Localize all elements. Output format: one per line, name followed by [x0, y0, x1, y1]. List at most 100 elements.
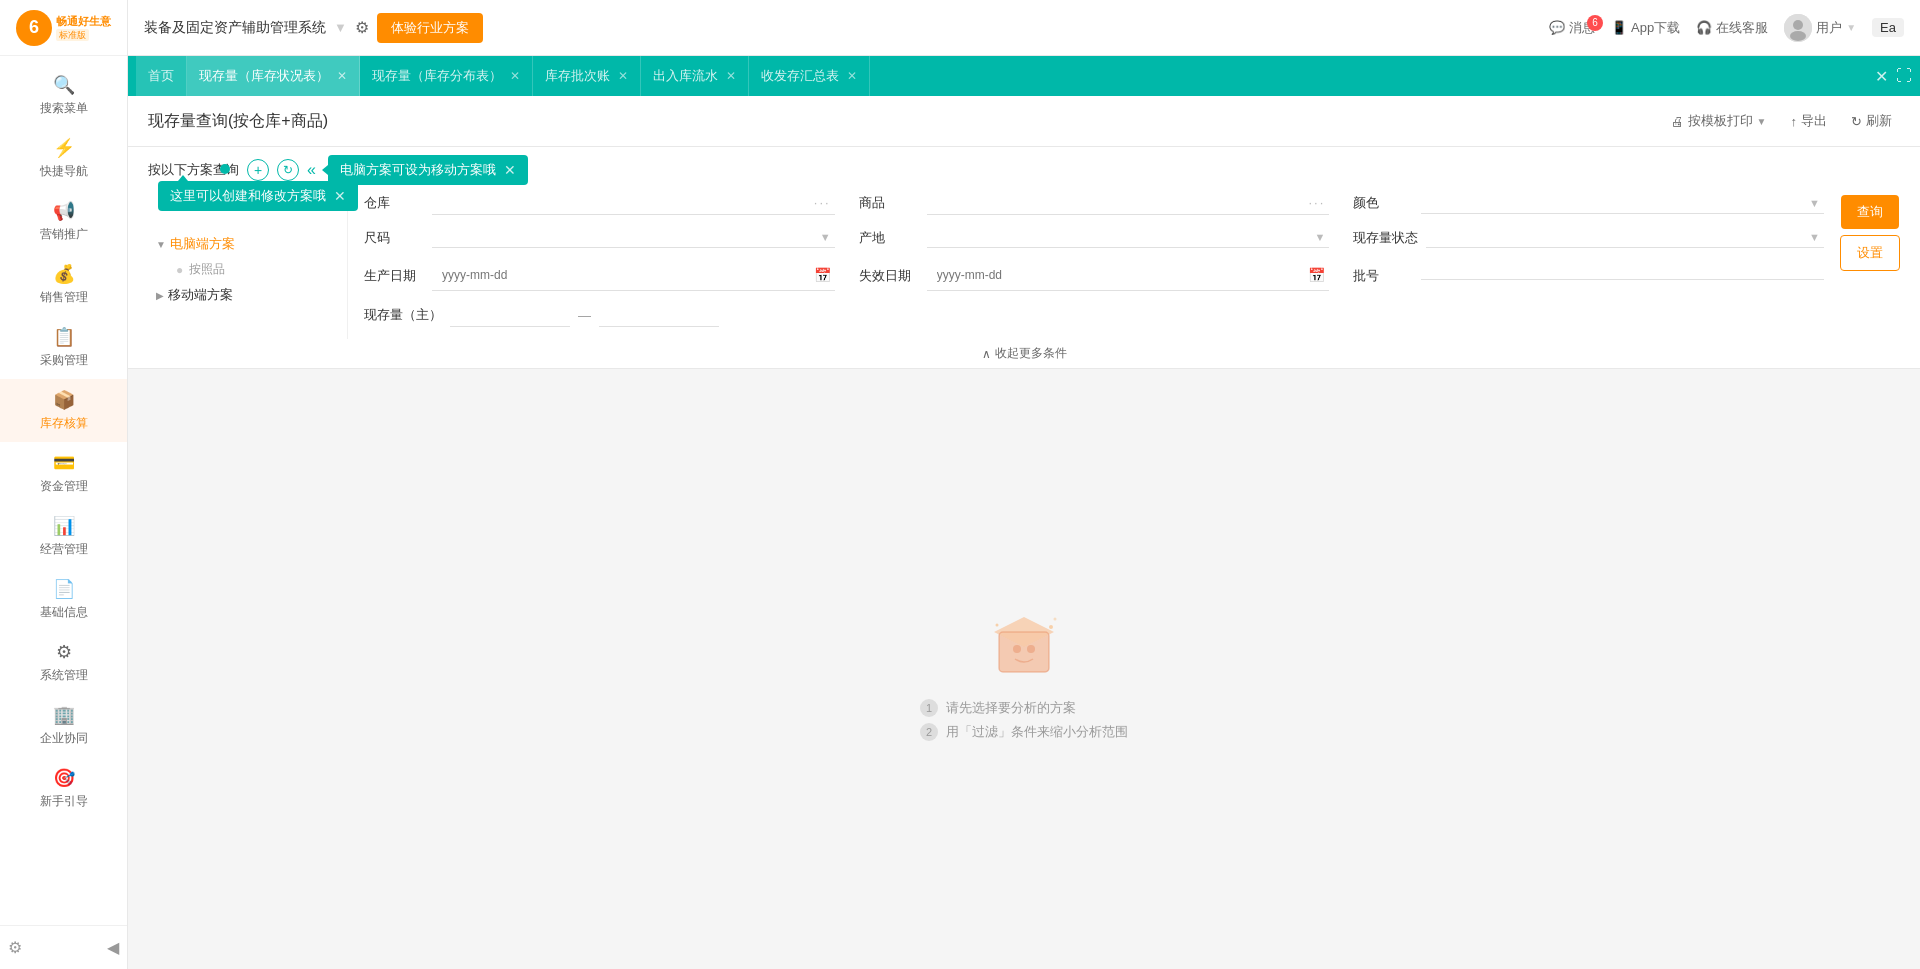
message-icon: 💬 — [1549, 20, 1565, 35]
warehouse-dots[interactable]: ··· — [814, 195, 831, 210]
main-area: 装备及固定资产辅助管理系统 ▼ ⚙ 体验行业方案 💬 6 消息 📱 App下载 … — [128, 0, 1920, 969]
goods-label: 商品 — [859, 194, 919, 212]
size-dropdown-arrow[interactable]: ▼ — [820, 231, 831, 243]
scheme-item-mobile[interactable]: ▶ 移动端方案 — [148, 282, 335, 308]
sidebar-item-basic-info[interactable]: 📄 基础信息 — [0, 568, 127, 631]
search-button[interactable]: 查询 — [1841, 195, 1899, 229]
system-icon: ⚙ — [56, 641, 72, 663]
refresh-btn[interactable]: ↻ 刷新 — [1843, 108, 1900, 134]
experience-btn[interactable]: 体验行业方案 — [377, 13, 483, 43]
color-dropdown-arrow[interactable]: ▼ — [1809, 197, 1820, 209]
scheme-tooltip-close[interactable]: ✕ — [504, 162, 516, 178]
goods-field: 商品 ··· — [859, 191, 1330, 215]
collapse-sidebar-icon[interactable]: ◀ — [107, 938, 119, 957]
basic-info-icon: 📄 — [53, 578, 75, 600]
settings-bottom-icon[interactable]: ⚙ — [8, 938, 22, 957]
tab-inventory-status[interactable]: 现存量（库存状况表） ✕ — [187, 56, 360, 96]
sidebar-item-guide[interactable]: 🎯 新手引导 — [0, 757, 127, 820]
inv-qty-min-field[interactable] — [454, 307, 566, 322]
export-icon: ↑ — [1791, 114, 1798, 129]
search-btn-col: 查询 设置 — [1824, 191, 1900, 339]
sidebar-item-quick-nav[interactable]: ⚡ 快捷导航 — [0, 127, 127, 190]
user-action[interactable]: 用户 ▼ — [1784, 14, 1856, 42]
tab-fullscreen-icon[interactable]: ⛶ — [1896, 67, 1912, 85]
filter-add-btn[interactable]: + — [247, 159, 269, 181]
tab-close-recv-summary[interactable]: ✕ — [847, 69, 857, 83]
sidebar-item-inventory[interactable]: 📦 库存核算 — [0, 379, 127, 442]
sidebar-item-purchase[interactable]: 📋 采购管理 — [0, 316, 127, 379]
user-initials-badge: Ea — [1872, 18, 1904, 37]
sidebar-item-sales[interactable]: 💰 销售管理 — [0, 253, 127, 316]
prod-date-label: 生产日期 — [364, 267, 424, 285]
scheme-item-pc[interactable]: ▼ 电脑端方案 — [148, 231, 335, 257]
sidebar-bottom: ⚙ ◀ — [0, 925, 127, 969]
tab-batch-account[interactable]: 库存批次账 ✕ — [533, 56, 641, 96]
tab-in-out-flow[interactable]: 出入库流水 ✕ — [641, 56, 749, 96]
origin-field: 产地 ▼ — [859, 227, 1330, 248]
content-area: 现存量查询(按仓库+商品) 🖨 按模板打印 ▼ ↑ 导出 ↻ 刷新 — [128, 96, 1920, 969]
inv-status-dropdown-arrow[interactable]: ▼ — [1809, 231, 1820, 243]
collapse-row[interactable]: ∧ 收起更多条件 — [148, 339, 1900, 368]
empty-step-1: 1 请先选择要分析的方案 — [920, 699, 1128, 717]
print-icon: 🖨 — [1671, 114, 1684, 129]
tab-home[interactable]: 首页 — [136, 56, 187, 96]
scheme-item-pc-default[interactable]: ● 按照品 — [148, 257, 335, 282]
headset-icon: 🎧 — [1696, 20, 1712, 35]
tab-recv-summary[interactable]: 收发存汇总表 ✕ — [749, 56, 870, 96]
filter-row-3: 生产日期 📅 失效日期 📅 — [364, 260, 1824, 291]
exp-date-calendar-icon[interactable]: 📅 — [1308, 267, 1325, 283]
prod-date-input[interactable] — [436, 264, 814, 286]
reset-button[interactable]: 设置 — [1840, 235, 1900, 271]
export-btn[interactable]: ↑ 导出 — [1783, 108, 1836, 134]
prod-date-field: 生产日期 📅 — [364, 260, 835, 291]
scheme-tree: 这里可以创建和修改方案哦 ✕ ▼ 电脑端方案 ● 按照品 ▶ — [148, 191, 348, 339]
sidebar: 6 畅通好生意 标准版 🔍 搜索菜单 ⚡ 快捷导航 📢 营销推广 💰 销售管理 … — [0, 0, 128, 969]
page-header-actions: 🖨 按模板打印 ▼ ↑ 导出 ↻ 刷新 — [1663, 108, 1900, 134]
inv-qty-max-field[interactable] — [603, 307, 715, 322]
filter-row-1: 仓库 ··· 商品 ··· — [364, 191, 1824, 215]
app-download-action[interactable]: 📱 App下载 — [1611, 19, 1680, 37]
logo-icon: 6 — [16, 10, 52, 46]
purchase-icon: 📋 — [53, 326, 75, 348]
filter-row-2: 尺码 ▼ 产地 ▼ — [364, 227, 1824, 248]
exp-date-input[interactable] — [931, 264, 1309, 286]
message-action[interactable]: 💬 6 消息 — [1549, 19, 1595, 37]
sales-icon: 💰 — [53, 263, 75, 285]
sidebar-item-search[interactable]: 🔍 搜索菜单 — [0, 64, 127, 127]
inv-status-field: 现存量状态 ▼ — [1353, 227, 1824, 248]
origin-dropdown-arrow[interactable]: ▼ — [1314, 231, 1325, 243]
tab-expand-icon[interactable]: ✕ — [1875, 67, 1888, 86]
sidebar-item-marketing[interactable]: 📢 营销推广 — [0, 190, 127, 253]
tab-close-inventory-status[interactable]: ✕ — [337, 69, 347, 83]
warehouse-field: 仓库 ··· — [364, 191, 835, 215]
inv-qty-label: 现存量（主） — [364, 306, 442, 324]
sidebar-item-finance[interactable]: 💳 资金管理 — [0, 442, 127, 505]
svg-point-1 — [1793, 20, 1803, 30]
tab-close-inventory-dist[interactable]: ✕ — [510, 69, 520, 83]
svg-point-7 — [1027, 645, 1035, 653]
exp-date-label: 失效日期 — [859, 267, 919, 285]
filter-back-btn[interactable]: « — [307, 161, 316, 179]
filter-area: 按以下方案查询 + ↻ « 电脑方案可设为移动方案哦 ✕ 这里可以创建和修改方案… — [128, 147, 1920, 369]
tab-close-batch-account[interactable]: ✕ — [618, 69, 628, 83]
print-btn[interactable]: 🖨 按模板打印 ▼ — [1663, 108, 1775, 134]
tab-inventory-dist[interactable]: 现存量（库存分布表） ✕ — [360, 56, 533, 96]
sidebar-item-system[interactable]: ⚙ 系统管理 — [0, 631, 127, 694]
online-support-action[interactable]: 🎧 在线客服 — [1696, 19, 1768, 37]
inv-qty-max-input[interactable] — [599, 303, 719, 327]
goods-dots[interactable]: ··· — [1308, 195, 1325, 210]
scheme-tooltip-text: 电脑方案可设为移动方案哦 — [340, 161, 496, 179]
edit-tooltip-close[interactable]: ✕ — [334, 188, 346, 204]
sidebar-item-operations[interactable]: 📊 经营管理 — [0, 505, 127, 568]
batch-label: 批号 — [1353, 267, 1413, 285]
tab-close-in-out-flow[interactable]: ✕ — [726, 69, 736, 83]
inv-qty-min-input[interactable] — [450, 303, 570, 327]
filter-row-4: 现存量（主） — — [364, 303, 1824, 327]
logo-area: 6 畅通好生意 标准版 — [0, 0, 127, 56]
filter-refresh-btn[interactable]: ↻ — [277, 159, 299, 181]
sidebar-item-enterprise[interactable]: 🏢 企业协同 — [0, 694, 127, 757]
refresh-icon: ↻ — [1851, 114, 1862, 129]
prod-date-calendar-icon[interactable]: 📅 — [814, 267, 831, 283]
size-label: 尺码 — [364, 229, 424, 247]
header-settings-icon[interactable]: ⚙ — [355, 18, 369, 37]
